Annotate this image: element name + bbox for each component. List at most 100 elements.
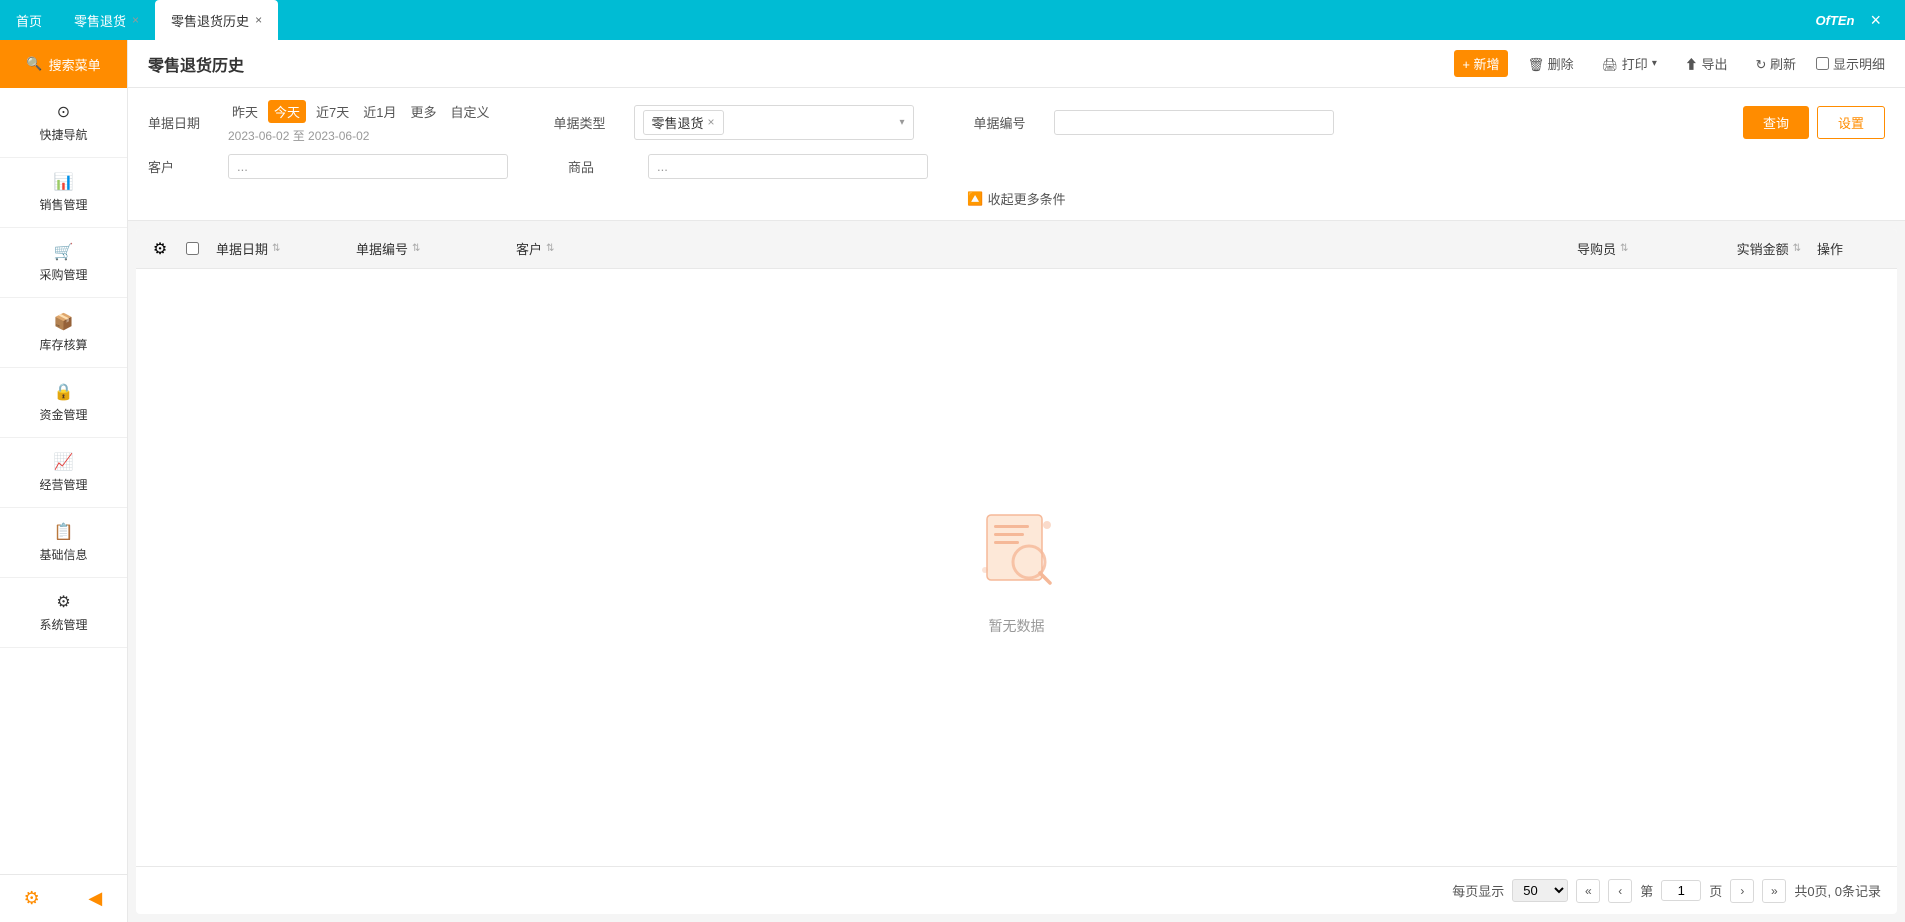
customer-filter-label: 客户 bbox=[148, 157, 208, 176]
col-action-label: 操作 bbox=[1817, 239, 1843, 258]
query-button-label: 查询 bbox=[1763, 113, 1789, 132]
goods-placeholder: ... bbox=[657, 159, 668, 174]
date-opt-yesterday[interactable]: 昨天 bbox=[228, 100, 262, 123]
date-opt-custom[interactable]: 自定义 bbox=[447, 100, 494, 123]
toolbar: + 新增 🗑 删除 🖨 打印 ▾ ⬆ 导出 ↻ 刷新 显示明细 bbox=[1454, 50, 1885, 77]
col-guide[interactable]: 导购员 ⇅ bbox=[1569, 239, 1689, 258]
collapse-button[interactable]: 🔼 收起更多条件 bbox=[967, 189, 1065, 208]
goods-filter-select[interactable]: ... bbox=[648, 154, 928, 179]
sidebar-item-purchase-label: 采购管理 bbox=[39, 266, 87, 283]
new-button[interactable]: + 新增 bbox=[1454, 50, 1507, 77]
last-page-button[interactable]: » bbox=[1762, 879, 1786, 903]
col-customer-label: 客户 bbox=[516, 239, 542, 258]
table-area: ⚙ 单据日期 ⇅ 单据编号 ⇅ 客户 ⇅ 导购员 ⇅ bbox=[136, 229, 1897, 914]
col-date[interactable]: 单据日期 ⇅ bbox=[208, 239, 348, 258]
sidebar-item-finance-label: 资金管理 bbox=[39, 406, 87, 423]
empty-state: 暂无数据 bbox=[136, 269, 1897, 866]
settings-button[interactable]: 设置 bbox=[1817, 106, 1885, 139]
empty-text: 暂无数据 bbox=[989, 616, 1045, 636]
date-opt-1month[interactable]: 近1月 bbox=[359, 100, 400, 123]
filter-area: 单据日期 昨天 今天 近7天 近1月 更多 自定义 2023-06-02 至 2… bbox=[128, 88, 1905, 221]
date-opt-7days[interactable]: 近7天 bbox=[312, 100, 353, 123]
show-detail-input[interactable] bbox=[1816, 57, 1829, 70]
sidebar-item-purchase-mgmt[interactable]: 🛒 采购管理 bbox=[0, 228, 127, 298]
date-opt-more[interactable]: 更多 bbox=[407, 100, 441, 123]
delete-button[interactable]: 🗑 删除 bbox=[1520, 50, 1582, 77]
settings-button-label: 设置 bbox=[1838, 113, 1864, 132]
tab-retail-return-history-close[interactable]: × bbox=[255, 13, 262, 27]
prev-page-button[interactable]: ‹ bbox=[1608, 879, 1632, 903]
tab-home[interactable]: 首页 bbox=[0, 0, 58, 40]
goods-filter-label: 商品 bbox=[568, 157, 628, 176]
sidebar-search-label: 搜索菜单 bbox=[49, 55, 101, 74]
col-amount[interactable]: 实销金额 ⇅ bbox=[1689, 239, 1809, 258]
sidebar-collapse-button[interactable]: ◀ bbox=[64, 875, 128, 922]
basic-info-icon: 📋 bbox=[54, 522, 74, 542]
col-guide-label: 导购员 bbox=[1577, 239, 1616, 258]
show-detail-checkbox[interactable]: 显示明细 bbox=[1816, 54, 1885, 73]
sidebar: 🔍 搜索菜单 ⊙ 快捷导航 📊 销售管理 🛒 采购管理 📦 库存核算 🔒 资金管… bbox=[0, 40, 128, 922]
sidebar-item-sales-label: 销售管理 bbox=[39, 196, 87, 213]
page-size-label: 每页显示 bbox=[1452, 881, 1504, 900]
pagination: 每页显示 50 20 100 « ‹ 第 页 › » 共0页, 0条记录 bbox=[136, 866, 1897, 914]
print-button-label: 🖨 打印 bbox=[1602, 54, 1648, 73]
type-tag-value: 零售退货 bbox=[652, 113, 704, 132]
no-filter-label: 单据编号 bbox=[974, 113, 1034, 132]
sidebar-item-inventory-label: 库存核算 bbox=[39, 336, 87, 353]
type-filter-select[interactable]: 零售退货 × ▾ bbox=[634, 105, 914, 140]
sidebar-item-finance[interactable]: 🔒 资金管理 bbox=[0, 368, 127, 438]
tab-retail-return-close[interactable]: × bbox=[132, 13, 139, 27]
col-guide-sort-icon: ⇅ bbox=[1620, 243, 1628, 254]
col-amount-sort-icon: ⇅ bbox=[1793, 243, 1801, 254]
print-button[interactable]: 🖨 打印 ▾ bbox=[1594, 50, 1665, 77]
table-settings-icon[interactable]: ⚙ bbox=[144, 239, 176, 259]
operation-icon: 📈 bbox=[54, 452, 74, 472]
main-layout: 🔍 搜索菜单 ⊙ 快捷导航 📊 销售管理 🛒 采购管理 📦 库存核算 🔒 资金管… bbox=[0, 40, 1905, 922]
type-tag-remove[interactable]: × bbox=[708, 115, 715, 129]
collapse-label: 收起更多条件 bbox=[988, 189, 1066, 208]
customer-filter-select[interactable]: ... bbox=[228, 154, 508, 179]
table-select-all[interactable] bbox=[176, 242, 208, 255]
sales-icon: 📊 bbox=[54, 172, 74, 192]
select-all-checkbox[interactable] bbox=[186, 242, 199, 255]
no-filter-input[interactable] bbox=[1054, 110, 1334, 135]
tab-retail-return-history-label: 零售退货历史 bbox=[171, 11, 249, 30]
sidebar-item-quick-nav[interactable]: ⊙ 快捷导航 bbox=[0, 88, 127, 158]
col-date-sort-icon: ⇅ bbox=[272, 243, 280, 254]
first-page-button[interactable]: « bbox=[1576, 879, 1600, 903]
query-button[interactable]: 查询 bbox=[1743, 106, 1809, 139]
show-detail-label: 显示明细 bbox=[1833, 54, 1885, 73]
type-filter-label: 单据类型 bbox=[554, 113, 614, 132]
sidebar-item-basic-info[interactable]: 📋 基础信息 bbox=[0, 508, 127, 578]
sidebar-item-inventory[interactable]: 📦 库存核算 bbox=[0, 298, 127, 368]
page-size-select[interactable]: 50 20 100 bbox=[1512, 879, 1568, 902]
col-no-label: 单据编号 bbox=[356, 239, 408, 258]
window-close-button[interactable]: × bbox=[1862, 10, 1889, 31]
new-button-label: + 新增 bbox=[1462, 54, 1499, 73]
col-no[interactable]: 单据编号 ⇅ bbox=[348, 239, 508, 258]
sidebar-item-sales-mgmt[interactable]: 📊 销售管理 bbox=[0, 158, 127, 228]
next-page-button[interactable]: › bbox=[1730, 879, 1754, 903]
export-button[interactable]: ⬆ 导出 bbox=[1677, 50, 1736, 77]
sidebar-search[interactable]: 🔍 搜索菜单 bbox=[0, 40, 127, 88]
home-icon: ⊙ bbox=[54, 102, 74, 122]
top-tab-bar: 首页 零售退货 × 零售退货历史 × OfTEn × bbox=[0, 0, 1905, 40]
sidebar-item-system-mgmt[interactable]: ⚙ 系统管理 bbox=[0, 578, 127, 648]
refresh-button[interactable]: ↻ 刷新 bbox=[1747, 50, 1804, 77]
date-options: 昨天 今天 近7天 近1月 更多 自定义 bbox=[228, 100, 494, 123]
col-amount-label: 实销金额 bbox=[1737, 239, 1789, 258]
type-chevron-icon: ▾ bbox=[900, 117, 905, 128]
page-input[interactable] bbox=[1661, 880, 1701, 901]
sidebar-gear-button[interactable]: ⚙ bbox=[0, 875, 64, 922]
sidebar-item-basic-info-label: 基础信息 bbox=[39, 546, 87, 563]
tab-retail-return[interactable]: 零售退货 × bbox=[58, 0, 155, 40]
table-header: ⚙ 单据日期 ⇅ 单据编号 ⇅ 客户 ⇅ 导购员 ⇅ bbox=[136, 229, 1897, 269]
col-action: 操作 bbox=[1809, 239, 1889, 258]
date-opt-today[interactable]: 今天 bbox=[268, 100, 306, 123]
tab-retail-return-history[interactable]: 零售退货历史 × bbox=[155, 0, 278, 40]
inventory-icon: 📦 bbox=[54, 312, 74, 332]
col-customer[interactable]: 客户 ⇅ bbox=[508, 239, 1569, 258]
type-tag: 零售退货 × bbox=[643, 110, 724, 135]
sidebar-item-operation[interactable]: 📈 经营管理 bbox=[0, 438, 127, 508]
page-unit-label: 页 bbox=[1709, 881, 1722, 900]
